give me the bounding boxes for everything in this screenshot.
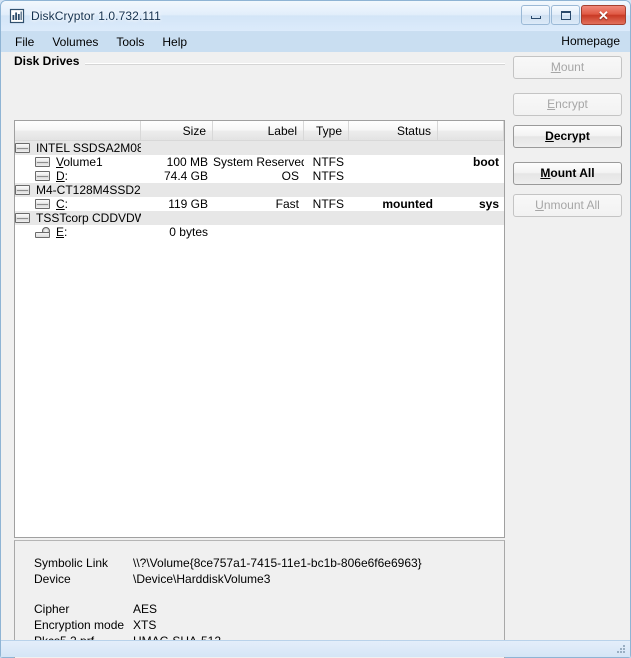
table-row[interactable]: C: 119 GB Fast NTFS mounted sys: [15, 197, 504, 211]
info-grid: Symbolic Link \\?\Volume{8ce757a1-7415-1…: [34, 555, 422, 649]
row-label: OS: [281, 169, 299, 183]
menu-help[interactable]: Help: [153, 33, 196, 51]
diskcryptor-window: DiskCryptor 1.0.732.111 ✕ File Volumes T…: [0, 0, 631, 658]
row-name: E:: [56, 225, 68, 239]
row-type: NTFS: [312, 197, 344, 211]
list-header-row: Size Label Type Status: [15, 121, 504, 141]
info-label-cipher: Cipher: [34, 602, 70, 616]
table-row[interactable]: E: 0 bytes: [15, 225, 504, 239]
mount-all-button[interactable]: Mount All: [513, 162, 622, 185]
table-row[interactable]: Volume1 100 MB System Reserved NTFS boot: [15, 155, 504, 169]
info-row-cipher: Cipher AES: [34, 601, 422, 617]
minimize-button[interactable]: [521, 5, 550, 25]
row-name: INTEL SSDSA2M080G2GC: [36, 141, 141, 155]
disk-drives-list[interactable]: Size Label Type Status INTEL SSDSA2M080G…: [14, 120, 505, 538]
column-header-type[interactable]: Type: [304, 121, 349, 140]
menu-tools[interactable]: Tools: [107, 33, 153, 51]
column-header-name[interactable]: [15, 121, 141, 140]
status-bar: [1, 640, 630, 657]
cd-icon: [35, 226, 50, 238]
info-value-cipher: AES: [133, 602, 158, 616]
column-header-size[interactable]: Size: [141, 121, 213, 140]
hdd-icon: [35, 157, 50, 167]
row-type: NTFS: [312, 155, 344, 169]
info-value-device: \Device\HarddiskVolume3: [133, 572, 271, 586]
column-header-label[interactable]: Label: [213, 121, 304, 140]
menu-file-label: File: [15, 34, 35, 49]
close-button[interactable]: ✕: [581, 5, 626, 25]
table-row[interactable]: D: 74.4 GB OS NTFS: [15, 169, 504, 183]
row-name: TSSTcorp CDDVDW SH-S203P: [36, 211, 141, 225]
diskcryptor-app-icon: [9, 8, 25, 24]
column-header-status[interactable]: Status: [349, 121, 438, 140]
hdd-icon: [35, 199, 50, 209]
client-area: Disk Drives Size Label Type Status INTEL…: [1, 52, 630, 658]
hdd-icon: [15, 143, 30, 153]
info-label-symbolic-link: Symbolic Link: [34, 556, 109, 570]
table-row[interactable]: INTEL SSDSA2M080G2GC: [15, 141, 504, 155]
window-title: DiskCryptor 1.0.732.111: [31, 9, 161, 23]
menu-tools-label: Tools: [116, 34, 145, 49]
row-size: 100 MB: [166, 155, 208, 169]
row-size: 0 bytes: [169, 225, 208, 239]
row-label: Fast: [275, 197, 299, 211]
table-row[interactable]: TSSTcorp CDDVDW SH-S203P: [15, 211, 504, 225]
menu-file[interactable]: File: [6, 33, 43, 51]
mount-button[interactable]: Mount: [513, 56, 622, 79]
maximize-button[interactable]: [551, 5, 580, 25]
minimize-icon: [530, 16, 541, 19]
info-row-spacer: [34, 587, 422, 601]
unmount-all-button[interactable]: Unmount All: [513, 194, 622, 217]
menu-volumes-label: Volumes: [52, 34, 99, 49]
row-size: 119 GB: [168, 197, 208, 211]
groupbox-divider: [14, 63, 505, 65]
row-flags: sys: [478, 197, 499, 211]
menu-help-label: Help: [162, 34, 188, 49]
title-bar: DiskCryptor 1.0.732.111 ✕: [1, 1, 630, 31]
info-label-device: Device: [34, 572, 71, 586]
row-flags: boot: [473, 155, 499, 169]
resize-grip[interactable]: [615, 643, 627, 655]
row-label: System Reserved: [213, 155, 304, 169]
list-body: INTEL SSDSA2M080G2GC Volume1 100 MB: [15, 141, 504, 239]
row-name: M4-CT128M4SSD2: [36, 183, 141, 197]
maximize-icon: [560, 10, 571, 20]
hdd-icon: [15, 185, 30, 195]
disk-drives-caption: Disk Drives: [14, 54, 86, 68]
info-row-device: Device \Device\HarddiskVolume3: [34, 571, 422, 587]
info-value-encryption-mode: XTS: [133, 618, 157, 632]
column-header-flags[interactable]: [438, 121, 504, 140]
row-name: D:: [56, 169, 69, 183]
homepage-link[interactable]: Homepage: [561, 34, 620, 48]
hdd-icon: [35, 171, 50, 181]
encrypt-button[interactable]: Encrypt: [513, 93, 622, 116]
action-button-panel: Mount Encrypt Decrypt Mount All Unmount …: [513, 56, 622, 217]
info-value-symbolic-link: \\?\Volume{8ce757a1-7415-11e1-bc1b-806e6…: [133, 556, 422, 570]
decrypt-button[interactable]: Decrypt: [513, 125, 622, 148]
hdd-icon: [15, 213, 30, 223]
info-row-encryption-mode: Encryption mode XTS: [34, 617, 422, 633]
row-type: NTFS: [312, 169, 344, 183]
menu-volumes[interactable]: Volumes: [43, 33, 107, 51]
row-name: Volume1: [56, 155, 103, 169]
info-row-symbolic-link: Symbolic Link \\?\Volume{8ce757a1-7415-1…: [34, 555, 422, 571]
row-size: 74.4 GB: [163, 169, 208, 183]
table-row[interactable]: M4-CT128M4SSD2: [15, 183, 504, 197]
window-controls: ✕: [521, 5, 626, 25]
row-status: mounted: [382, 197, 433, 211]
info-label-encryption-mode: Encryption mode: [34, 618, 125, 632]
menu-bar: File Volumes Tools Help Homepage: [1, 31, 630, 52]
close-icon: ✕: [598, 7, 609, 23]
row-name: C:: [56, 197, 69, 211]
